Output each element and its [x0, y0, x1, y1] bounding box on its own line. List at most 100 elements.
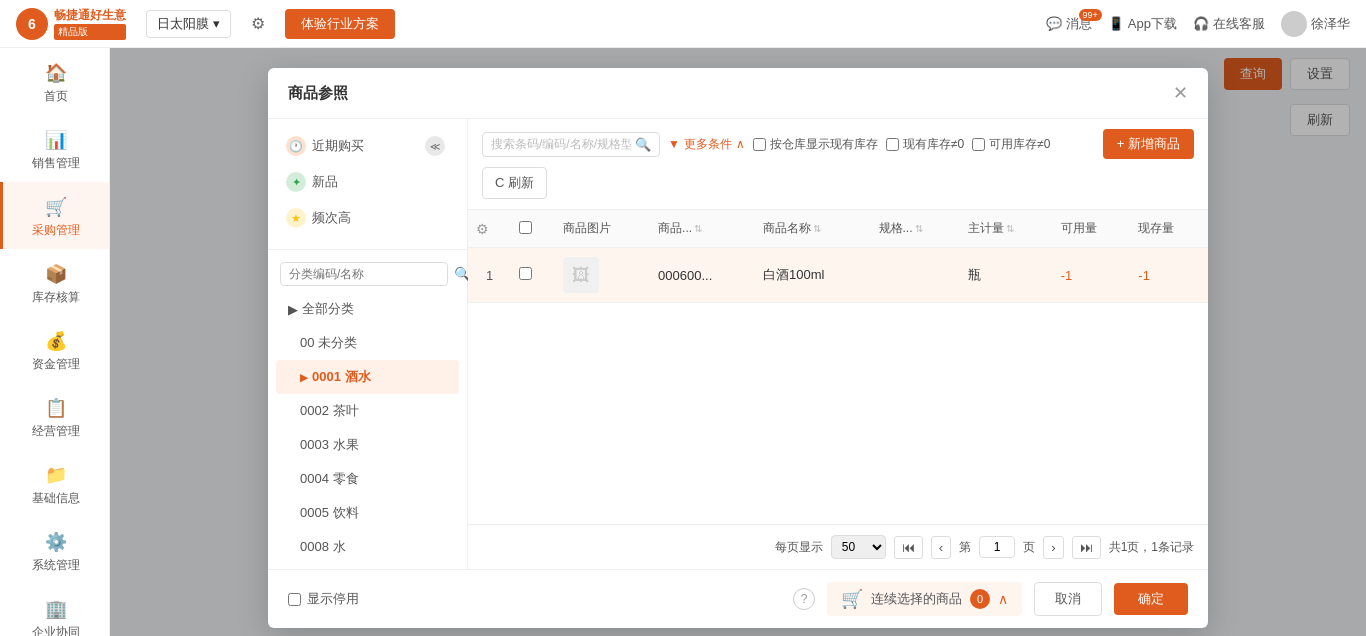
- category-0002[interactable]: 0002 茶叶: [276, 394, 459, 428]
- row-available-cell: -1: [1053, 248, 1131, 303]
- cart-count: 0: [970, 589, 990, 609]
- modal-close-btn[interactable]: ✕: [1173, 82, 1188, 104]
- col-available: 可用量: [1053, 210, 1131, 248]
- category-0008[interactable]: 0008 水: [276, 530, 459, 559]
- operations-icon: 📋: [45, 397, 67, 419]
- col-unit: 主计量⇅: [960, 210, 1053, 248]
- product-search-box: 🔍: [482, 132, 660, 157]
- select-all-checkbox[interactable]: [519, 221, 532, 234]
- col-code: 商品...⇅: [650, 210, 755, 248]
- cancel-btn[interactable]: 取消: [1034, 582, 1102, 616]
- category-all[interactable]: ▶ 全部分类: [276, 292, 459, 326]
- sidebar-item-purchase[interactable]: 🛒 采购管理: [0, 182, 109, 249]
- left-panel-tabs: 🕐 近期购买 ≪ ✦ 新品 ★ 频次高: [268, 129, 467, 235]
- col-name: 商品名称⇅: [755, 210, 871, 248]
- more-filter-btn[interactable]: ▼ 更多条件 ∧: [668, 136, 745, 153]
- pagination-total: 共1页，1条记录: [1109, 539, 1194, 556]
- message-icon: 💬: [1046, 16, 1062, 31]
- frequent-icon: ★: [286, 208, 306, 228]
- finance-icon: 💰: [45, 330, 67, 352]
- collapse-btn[interactable]: ≪: [425, 136, 445, 156]
- sidebar-item-finance[interactable]: 💰 资金管理: [0, 316, 109, 383]
- expand-icon: ▶: [288, 302, 298, 317]
- store-selector[interactable]: 日太阳膜 ▾: [146, 10, 231, 38]
- logo-icon: 6: [16, 8, 48, 40]
- avatar: [1281, 11, 1307, 37]
- tab-frequent[interactable]: ★ 频次高: [276, 201, 459, 235]
- user-avatar[interactable]: 徐泽华: [1281, 11, 1350, 37]
- modal-title: 商品参照: [288, 84, 348, 103]
- last-page-btn[interactable]: ⏭: [1072, 536, 1101, 559]
- product-table: ⚙ 商品图片 商品...⇅ 商品名称⇅ 规格...⇅ 主计量⇅ 可用量 现存量: [468, 210, 1208, 303]
- row-code-cell: 000600...: [650, 248, 755, 303]
- modal-body: 🕐 近期购买 ≪ ✦ 新品 ★ 频次高: [268, 119, 1208, 569]
- help-icon[interactable]: ?: [793, 588, 815, 610]
- cart-collapse-icon[interactable]: ∧: [998, 591, 1008, 607]
- top-right-area: 💬 消息 99+ 📱 App下载 🎧 在线客服 徐泽华: [1046, 11, 1350, 37]
- experience-btn[interactable]: 体验行业方案: [285, 9, 395, 39]
- stock-ne0-input[interactable]: [886, 138, 899, 151]
- category-0004[interactable]: 0004 零食: [276, 462, 459, 496]
- refresh-btn[interactable]: C 刷新: [482, 167, 547, 199]
- col-settings: ⚙: [468, 210, 511, 248]
- modal-footer: 显示停用 ? 🛒 连续选择的商品 0 ∧ 取消 确定: [268, 569, 1208, 628]
- next-page-btn[interactable]: ›: [1043, 536, 1063, 559]
- cart-icon: 🛒: [841, 588, 863, 610]
- row-spec-cell: [871, 248, 961, 303]
- sidebar-item-inventory[interactable]: 📦 库存核算: [0, 249, 109, 316]
- sidebar-item-sales[interactable]: 📊 销售管理: [0, 115, 109, 182]
- tab-new-products[interactable]: ✦ 新品: [276, 165, 459, 199]
- row-checkbox[interactable]: [519, 267, 532, 280]
- message-btn[interactable]: 💬 消息 99+: [1046, 15, 1092, 33]
- product-search-input[interactable]: [491, 137, 631, 151]
- page-number-input[interactable]: [979, 536, 1015, 558]
- sidebar-item-operations[interactable]: 📋 经营管理: [0, 383, 109, 450]
- per-page-select[interactable]: 50 10 20 100: [831, 535, 886, 559]
- main-layout: 🏠 首页 📊 销售管理 🛒 采购管理 📦 库存核算 💰 资金管理 📋 经营管理 …: [0, 48, 1366, 636]
- col-spec: 规格...⇅: [871, 210, 961, 248]
- stock-ne0-checkbox[interactable]: 现有库存≠0: [886, 136, 964, 153]
- product-search-icon[interactable]: 🔍: [635, 137, 651, 152]
- service-btn[interactable]: 🎧 在线客服: [1193, 15, 1265, 33]
- modal-header: 商品参照 ✕: [268, 68, 1208, 119]
- table-row[interactable]: 1 🖼 000600... 白酒100ml 瓶: [468, 248, 1208, 303]
- sales-icon: 📊: [45, 129, 67, 151]
- left-panel: 🕐 近期购买 ≪ ✦ 新品 ★ 频次高: [268, 119, 468, 569]
- warehouse-checkbox-input[interactable]: [753, 138, 766, 151]
- topbar: 6 畅捷通好生意 精品版 日太阳膜 ▾ ⚙ 体验行业方案 💬 消息 99+ 📱 …: [0, 0, 1366, 48]
- pagination: 每页显示 50 10 20 100 ⏮ ‹ 第 页: [468, 524, 1208, 569]
- purchase-icon: 🛒: [45, 196, 67, 218]
- available-ne0-input[interactable]: [972, 138, 985, 151]
- available-ne0-checkbox[interactable]: 可用库存≠0: [972, 136, 1050, 153]
- product-image: 🖼: [563, 257, 599, 293]
- confirm-btn[interactable]: 确定: [1114, 583, 1188, 615]
- home-icon: 🏠: [45, 62, 67, 84]
- divider: [268, 249, 467, 250]
- warehouse-display-checkbox[interactable]: 按仓库显示现有库存: [753, 136, 878, 153]
- sidebar-item-enterprise[interactable]: 🏢 企业协同: [0, 584, 109, 636]
- category-0005[interactable]: 0005 饮料: [276, 496, 459, 530]
- add-product-btn[interactable]: + 新增商品: [1103, 129, 1194, 159]
- sidebar-item-basic-info[interactable]: 📁 基础信息: [0, 450, 109, 517]
- table-settings-icon[interactable]: ⚙: [476, 221, 489, 237]
- category-0003[interactable]: 0003 水果: [276, 428, 459, 462]
- sidebar-item-system[interactable]: ⚙️ 系统管理: [0, 517, 109, 584]
- sidebar-item-home[interactable]: 🏠 首页: [0, 48, 109, 115]
- filter-up-icon: ∧: [736, 137, 745, 151]
- disabled-checkbox-input[interactable]: [288, 593, 301, 606]
- right-panel: 🔍 ▼ 更多条件 ∧ 按仓库显示现有库存: [468, 119, 1208, 569]
- col-checkbox: [511, 210, 554, 248]
- product-toolbar: 🔍 ▼ 更多条件 ∧ 按仓库显示现有库存: [468, 119, 1208, 210]
- prev-page-btn[interactable]: ‹: [931, 536, 951, 559]
- tab-recent-purchase[interactable]: 🕐 近期购买 ≪: [276, 129, 459, 163]
- settings-icon[interactable]: ⚙: [243, 9, 273, 39]
- display-disabled-checkbox[interactable]: 显示停用: [288, 590, 359, 608]
- category-search-input[interactable]: [280, 262, 448, 286]
- first-page-btn[interactable]: ⏮: [894, 536, 923, 559]
- category-0001[interactable]: ▶ 0001 酒水: [276, 360, 459, 394]
- row-stock-cell: -1: [1130, 248, 1208, 303]
- category-00[interactable]: 00 未分类: [276, 326, 459, 360]
- cart-area[interactable]: 🛒 连续选择的商品 0 ∧: [827, 582, 1022, 616]
- category-search-row: 🔍: [268, 256, 467, 292]
- app-download-btn[interactable]: 📱 App下载: [1108, 15, 1177, 33]
